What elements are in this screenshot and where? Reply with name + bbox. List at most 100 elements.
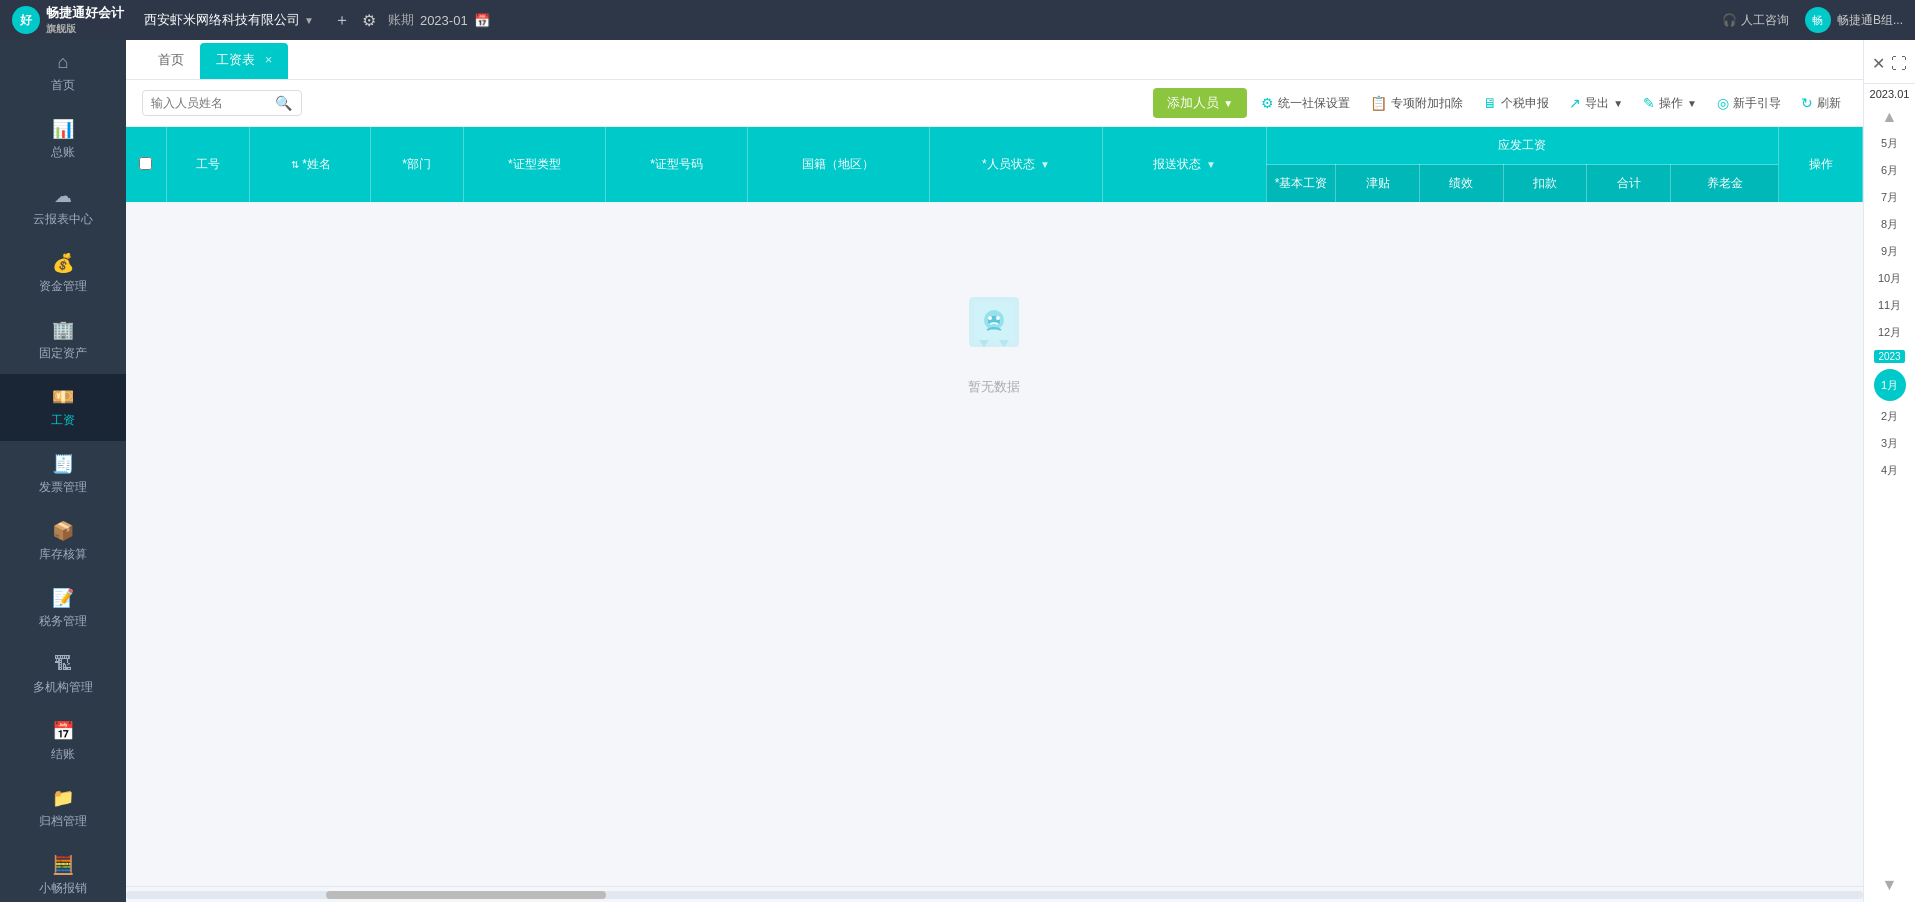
personnel-status-filter-icon[interactable]: ▼ [1040, 159, 1050, 170]
month-list: 5月 6月 7月 8月 9月 10月 11月 12月 2023 1月 2月 3月… [1864, 130, 1915, 872]
panel-close-button[interactable]: ✕ [1870, 52, 1887, 75]
month-item-11[interactable]: 11月 [1864, 292, 1915, 319]
th-deductions: 扣款 [1503, 165, 1587, 203]
month-item-1-active[interactable]: 1月 [1874, 369, 1906, 401]
multi-org-icon: 🏗 [54, 654, 72, 675]
period-value: 2023-01 [420, 13, 468, 28]
empty-text: 暂无数据 [968, 378, 1020, 396]
special-deduction-icon: 📋 [1370, 95, 1387, 111]
salary-icon: 💴 [52, 386, 74, 408]
sidebar-label-inventory: 库存核算 [39, 546, 87, 563]
sidebar-item-tax[interactable]: 📝 税务管理 [0, 575, 126, 642]
sidebar: ⌂ 首页 📊 总账 ☁ 云报表中心 💰 资金管理 🏢 固定资产 💴 工资 🧾 发… [0, 40, 126, 902]
th-employee-no: 工号 [166, 127, 250, 202]
refresh-label: 刷新 [1817, 95, 1841, 112]
sidebar-item-salary[interactable]: 💴 工资 [0, 374, 126, 441]
month-item-3[interactable]: 3月 [1864, 430, 1915, 457]
ledger-icon: 📊 [52, 118, 74, 140]
new-guide-action[interactable]: ◎ 新手引导 [1711, 91, 1787, 116]
month-item-8[interactable]: 8月 [1864, 211, 1915, 238]
refresh-action[interactable]: ↻ 刷新 [1795, 91, 1847, 116]
month-item-5[interactable]: 5月 [1864, 130, 1915, 157]
sidebar-item-invoice[interactable]: 🧾 发票管理 [0, 441, 126, 508]
th-pension: 养老金 [1671, 165, 1779, 203]
month-item-6[interactable]: 6月 [1864, 157, 1915, 184]
company-chevron-icon: ▼ [304, 15, 314, 26]
tab-bar: 首页 工资表 × [126, 40, 1863, 80]
invoice-icon: 🧾 [52, 453, 74, 475]
app-name: 畅捷通好会计 [46, 4, 124, 22]
th-report-status: 报送状态 ▼ [1103, 127, 1267, 202]
sidebar-label-invoice: 发票管理 [39, 479, 87, 496]
close-period-icon: 📅 [52, 720, 74, 742]
tax-icon: 📝 [52, 587, 74, 609]
logo-icon: 好 [12, 6, 40, 34]
search-box[interactable]: 🔍 [142, 90, 302, 116]
panel-expand-button[interactable]: ⛶ [1889, 53, 1909, 75]
cloud-icon: ☁ [54, 185, 72, 207]
month-item-2[interactable]: 2月 [1864, 403, 1915, 430]
tab-home[interactable]: 首页 [142, 43, 200, 79]
sidebar-item-cloud-report[interactable]: ☁ 云报表中心 [0, 173, 126, 240]
th-checkbox[interactable] [126, 127, 166, 202]
empty-state: 暂无数据 [126, 202, 1863, 476]
sidebar-item-inventory[interactable]: 📦 库存核算 [0, 508, 126, 575]
month-item-12[interactable]: 12月 [1864, 319, 1915, 346]
horizontal-scrollbar[interactable] [126, 886, 1863, 902]
th-id-number: *证型号码 [605, 127, 747, 202]
app-logo: 好 畅捷通好会计 旗舰版 [12, 4, 124, 36]
year-badge-2023: 2023 [1874, 350, 1904, 363]
user-info: 畅 畅捷通B组... [1805, 7, 1903, 33]
panel-next-button[interactable]: ▼ [1878, 872, 1902, 898]
company-name: 西安虾米网络科技有限公司 [144, 11, 300, 29]
month-item-9[interactable]: 9月 [1864, 238, 1915, 265]
sidebar-label-fund: 资金管理 [39, 278, 87, 295]
svg-point-4 [988, 316, 992, 320]
search-input[interactable] [151, 96, 271, 110]
th-personnel-status: *人员状态 ▼ [929, 127, 1102, 202]
sidebar-item-ledger[interactable]: 📊 总账 [0, 106, 126, 173]
sidebar-item-archive[interactable]: 📁 归档管理 [0, 775, 126, 842]
sidebar-item-fixed-assets[interactable]: 🏢 固定资产 [0, 307, 126, 374]
operations-action[interactable]: ✎ 操作 ▼ [1637, 91, 1703, 116]
month-item-4[interactable]: 4月 [1864, 457, 1915, 484]
social-security-action[interactable]: ⚙ 统一社保设置 [1255, 91, 1356, 116]
top-bar-icons: ＋ ⚙ [332, 8, 378, 33]
panel-prev-button[interactable]: ▲ [1878, 104, 1902, 130]
sidebar-item-fund[interactable]: 💰 资金管理 [0, 240, 126, 307]
logo-text-group: 畅捷通好会计 旗舰版 [46, 4, 124, 36]
export-label: 导出 [1585, 95, 1609, 112]
select-all-checkbox[interactable] [139, 157, 152, 170]
export-action[interactable]: ↗ 导出 ▼ [1563, 91, 1629, 116]
inventory-icon: 📦 [52, 520, 74, 542]
th-subsidy: 津贴 [1336, 165, 1420, 203]
report-status-filter-icon[interactable]: ▼ [1206, 159, 1216, 170]
operations-icon: ✎ [1643, 95, 1655, 111]
sidebar-label-salary: 工资 [51, 412, 75, 429]
add-icon[interactable]: ＋ [332, 8, 352, 33]
th-basic-salary: *基本工资 [1266, 165, 1336, 203]
month-item-10[interactable]: 10月 [1864, 265, 1915, 292]
tab-salary[interactable]: 工资表 × [200, 43, 288, 79]
settings-icon[interactable]: ⚙ [360, 9, 378, 32]
personal-tax-action[interactable]: 🖥 个税申报 [1477, 91, 1555, 116]
add-person-chevron-icon: ▼ [1223, 98, 1233, 109]
app-subtitle: 旗舰版 [46, 22, 124, 36]
service-button[interactable]: 🎧 人工咨询 [1722, 12, 1789, 29]
sidebar-item-close[interactable]: 📅 结账 [0, 708, 126, 775]
month-item-7[interactable]: 7月 [1864, 184, 1915, 211]
sidebar-item-expense[interactable]: 🧮 小畅报销 [0, 842, 126, 902]
table-container[interactable]: 工号 ⇅ *姓名 *部门 *证型类型 *证型号码 [126, 127, 1863, 886]
sidebar-item-multi-org[interactable]: 🏗 多机构管理 [0, 642, 126, 708]
special-deduction-action[interactable]: 📋 专项附加扣除 [1364, 91, 1469, 116]
tab-close-icon[interactable]: × [265, 52, 273, 67]
company-selector[interactable]: 西安虾米网络科技有限公司 ▼ [144, 11, 314, 29]
sidebar-label-home: 首页 [51, 77, 75, 94]
home-icon: ⌂ [58, 52, 69, 73]
calendar-icon[interactable]: 📅 [474, 13, 490, 28]
sidebar-item-home[interactable]: ⌂ 首页 [0, 40, 126, 106]
add-person-button[interactable]: 添加人员 ▼ [1153, 88, 1247, 118]
social-security-label: 统一社保设置 [1278, 95, 1350, 112]
personal-tax-label: 个税申报 [1501, 95, 1549, 112]
export-icon: ↗ [1569, 95, 1581, 111]
